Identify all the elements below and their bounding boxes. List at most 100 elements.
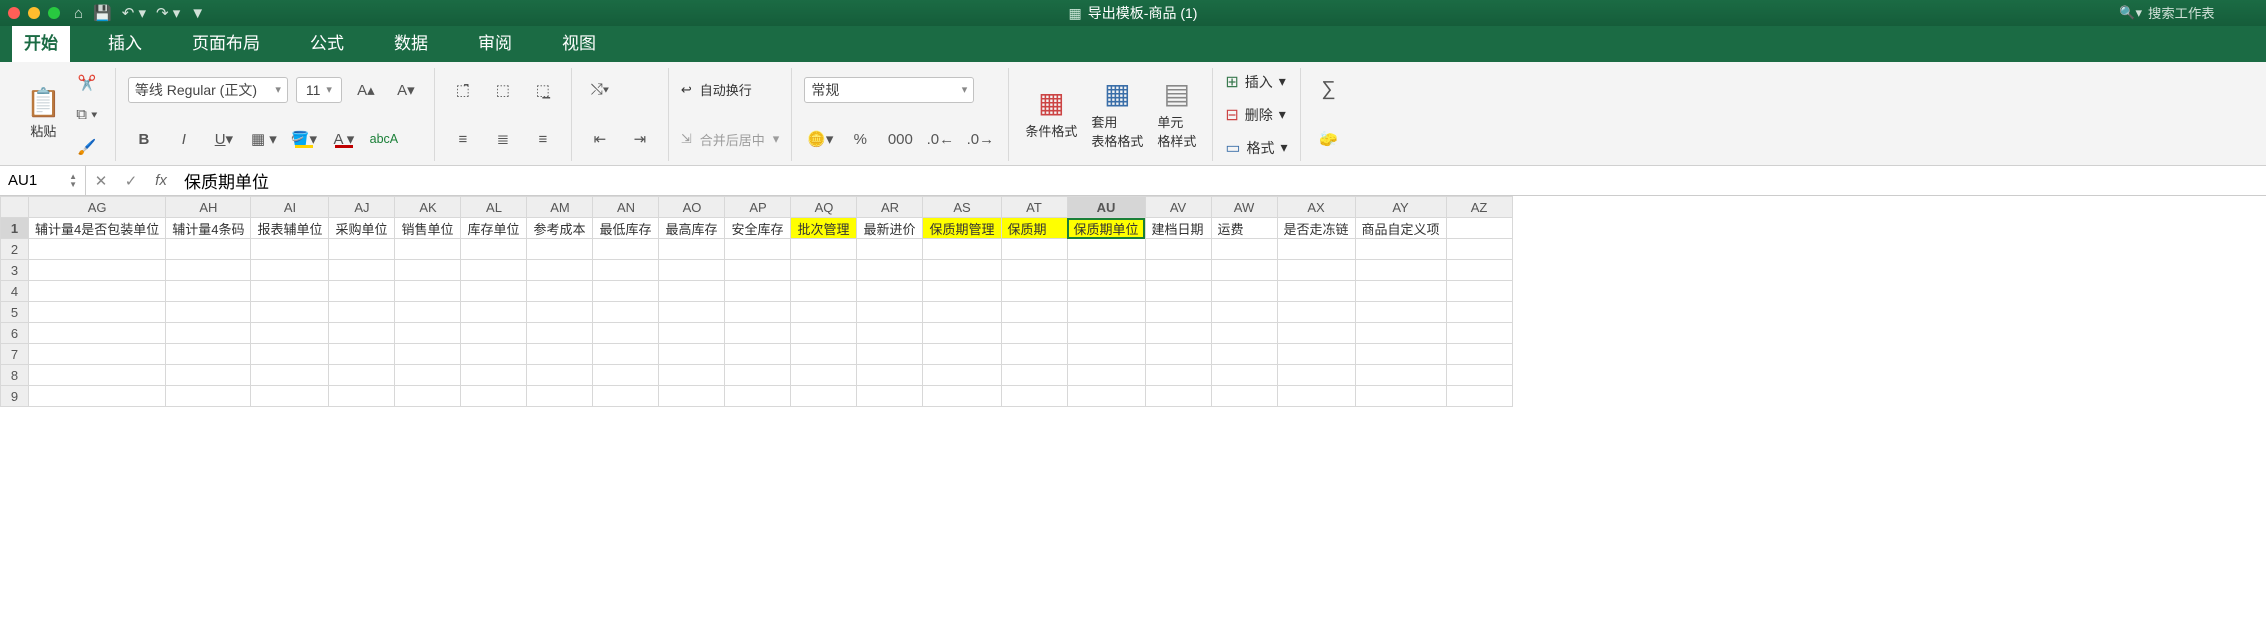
cell[interactable] <box>923 260 1001 281</box>
cell[interactable]: 建档日期 <box>1145 218 1211 239</box>
cell[interactable] <box>1211 386 1277 407</box>
cell[interactable] <box>251 302 329 323</box>
cell[interactable] <box>527 365 593 386</box>
cell[interactable] <box>659 386 725 407</box>
cell[interactable] <box>923 239 1001 260</box>
cell[interactable] <box>923 323 1001 344</box>
cell[interactable] <box>1277 281 1355 302</box>
column-header[interactable]: AW <box>1211 197 1277 218</box>
align-middle-button[interactable]: ⬚ <box>487 77 519 103</box>
cell[interactable] <box>1211 323 1277 344</box>
column-header[interactable]: AN <box>593 197 659 218</box>
cell[interactable] <box>1355 365 1446 386</box>
clear-button[interactable]: 🧽 <box>1313 126 1345 152</box>
comma-format-button[interactable]: 000 <box>884 126 916 152</box>
tab-review[interactable]: 审阅 <box>466 23 524 62</box>
cell[interactable] <box>527 302 593 323</box>
row-header[interactable]: 7 <box>1 344 29 365</box>
cell[interactable] <box>395 281 461 302</box>
cell[interactable] <box>251 281 329 302</box>
qat-customize-icon[interactable]: ▼ <box>190 5 205 22</box>
column-header[interactable]: AM <box>527 197 593 218</box>
cell[interactable] <box>1067 239 1145 260</box>
cell[interactable] <box>251 260 329 281</box>
cell[interactable]: 保质期管理 <box>923 218 1001 239</box>
column-header[interactable]: AL <box>461 197 527 218</box>
cell[interactable] <box>659 323 725 344</box>
cell[interactable] <box>329 302 395 323</box>
row-header[interactable]: 8 <box>1 365 29 386</box>
cell[interactable] <box>329 260 395 281</box>
column-header[interactable]: AJ <box>329 197 395 218</box>
cell[interactable] <box>1145 386 1211 407</box>
column-header[interactable]: AZ <box>1446 197 1512 218</box>
orientation-button[interactable]: ⤭▾ <box>584 77 616 103</box>
delete-cells-button[interactable]: ⊟删除▾ <box>1225 105 1285 125</box>
wrap-text-button[interactable]: ↩︎ 自动换行 <box>681 80 752 99</box>
align-center-button[interactable]: ≣ <box>487 126 519 152</box>
cell[interactable] <box>1446 386 1512 407</box>
insert-function-button[interactable]: fx <box>146 172 176 189</box>
cell[interactable] <box>1446 302 1512 323</box>
cell[interactable] <box>1145 365 1211 386</box>
number-format-select[interactable]: 常规 <box>804 77 974 103</box>
cell[interactable] <box>791 239 857 260</box>
confirm-formula-button[interactable]: ✓ <box>116 172 146 190</box>
align-top-button[interactable]: ⬚̄ <box>447 77 479 103</box>
row-header[interactable]: 3 <box>1 260 29 281</box>
cell[interactable] <box>725 281 791 302</box>
tab-page-layout[interactable]: 页面布局 <box>180 23 272 62</box>
column-header[interactable]: AG <box>29 197 166 218</box>
cell[interactable] <box>725 344 791 365</box>
formula-input[interactable] <box>176 171 2266 191</box>
cell[interactable]: 库存单位 <box>461 218 527 239</box>
cell[interactable] <box>857 323 923 344</box>
cell[interactable] <box>1355 344 1446 365</box>
cell[interactable] <box>857 260 923 281</box>
minimize-window-button[interactable] <box>28 7 40 19</box>
cell[interactable] <box>1001 323 1067 344</box>
cell[interactable] <box>1355 386 1446 407</box>
cell[interactable] <box>166 302 251 323</box>
column-header[interactable]: AQ <box>791 197 857 218</box>
cell[interactable] <box>395 323 461 344</box>
cell[interactable]: 保质期单位 <box>1067 218 1145 239</box>
accounting-format-button[interactable]: 🪙▾ <box>804 126 836 152</box>
column-header[interactable]: AR <box>857 197 923 218</box>
cell[interactable] <box>857 386 923 407</box>
cell[interactable] <box>1355 302 1446 323</box>
cell[interactable] <box>527 386 593 407</box>
cell[interactable] <box>1277 260 1355 281</box>
cell[interactable] <box>725 365 791 386</box>
cell[interactable]: 商品自定义项 <box>1355 218 1446 239</box>
percent-format-button[interactable]: % <box>844 126 876 152</box>
cell[interactable] <box>923 302 1001 323</box>
cell[interactable] <box>1067 365 1145 386</box>
cell[interactable] <box>791 260 857 281</box>
column-header[interactable]: AP <box>725 197 791 218</box>
increase-decimal-button[interactable]: .0← <box>924 126 956 152</box>
cell[interactable] <box>1145 302 1211 323</box>
cell[interactable] <box>1145 344 1211 365</box>
cell[interactable] <box>166 365 251 386</box>
cell[interactable] <box>857 281 923 302</box>
cell[interactable] <box>659 239 725 260</box>
tab-view[interactable]: 视图 <box>550 23 608 62</box>
increase-font-size-button[interactable]: A▴ <box>350 77 382 103</box>
row-header[interactable]: 5 <box>1 302 29 323</box>
cell[interactable]: 采购单位 <box>329 218 395 239</box>
cell[interactable] <box>923 365 1001 386</box>
cell[interactable] <box>1355 260 1446 281</box>
tab-insert[interactable]: 插入 <box>96 23 154 62</box>
cell[interactable] <box>395 365 461 386</box>
cell[interactable] <box>1067 302 1145 323</box>
cell[interactable] <box>725 239 791 260</box>
cell[interactable] <box>1001 365 1067 386</box>
cut-button[interactable]: ✂️ <box>71 70 103 96</box>
cell[interactable] <box>329 344 395 365</box>
search-sheet[interactable]: 🔍▾ <box>2119 5 2258 21</box>
font-name-select[interactable]: 等线 Regular (正文) <box>128 77 288 103</box>
cell[interactable] <box>527 281 593 302</box>
cell[interactable]: 最新进价 <box>857 218 923 239</box>
cell[interactable] <box>395 344 461 365</box>
